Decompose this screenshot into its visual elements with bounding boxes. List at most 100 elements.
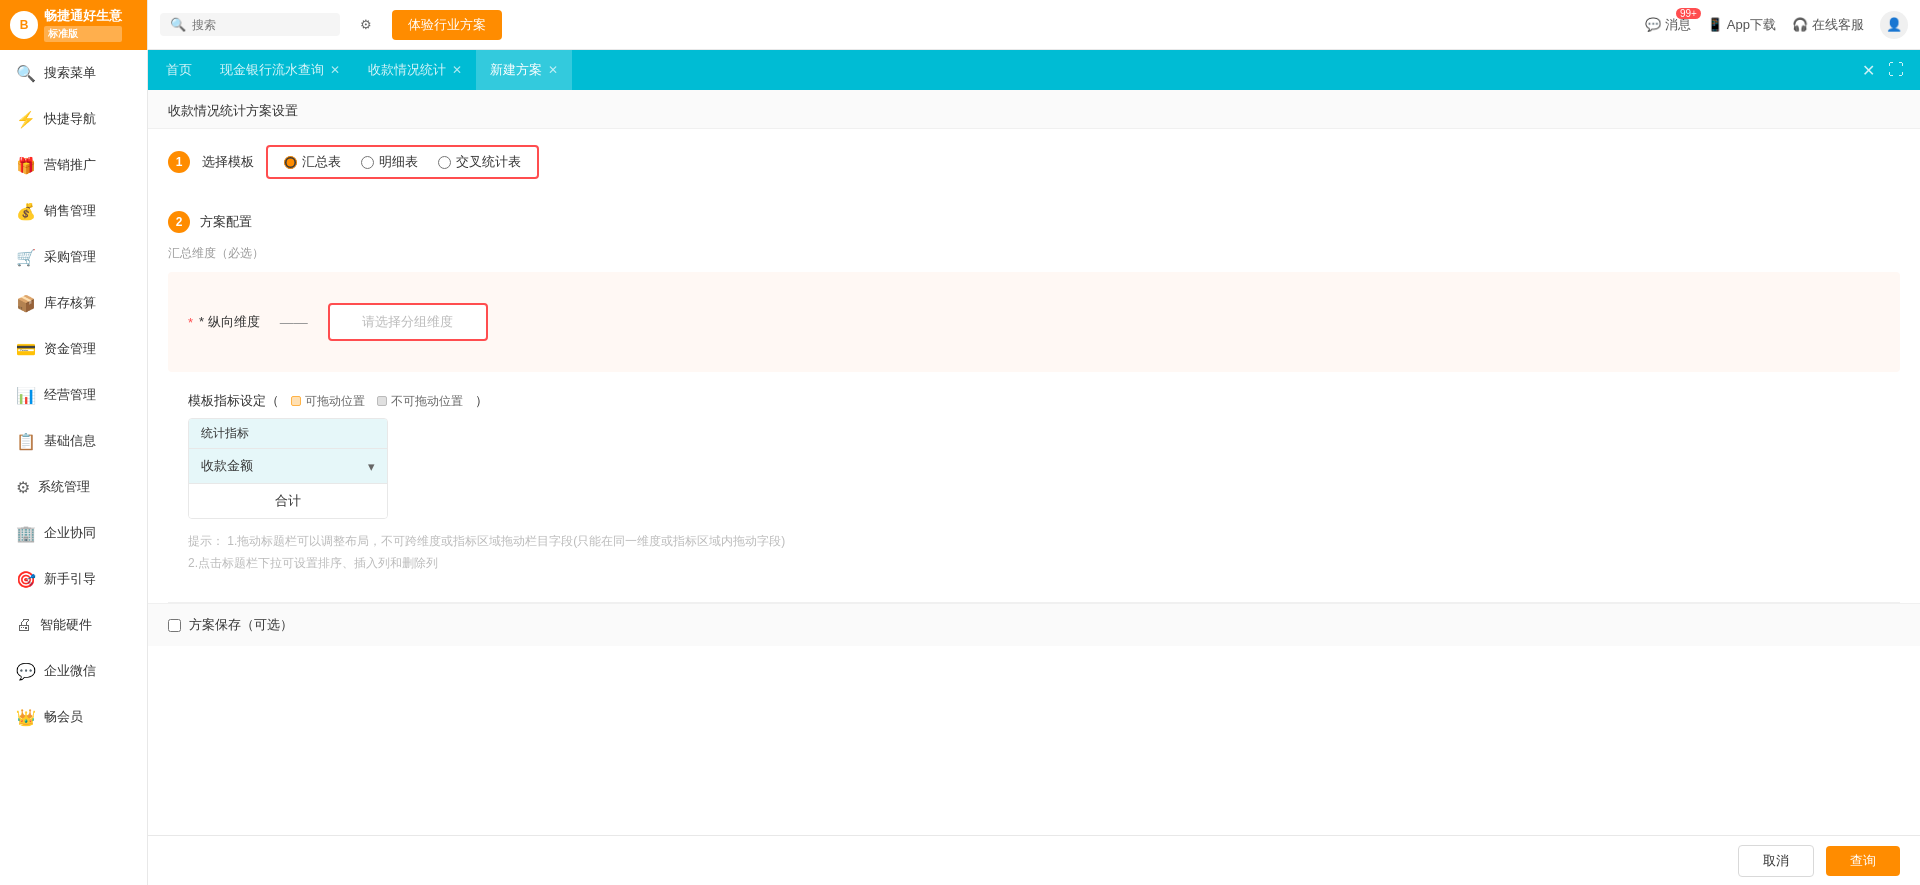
sidebar-item-wechat[interactable]: 💬 企业微信 bbox=[0, 648, 147, 694]
topbar-right: 💬 消息 99+ 📱 App下载 🎧 在线客服 👤 bbox=[1645, 11, 1908, 39]
sidebar-item-funds[interactable]: 💳 资金管理 bbox=[0, 326, 147, 372]
total-cell: 合计 bbox=[189, 484, 387, 518]
close-window-button[interactable]: ✕ bbox=[1856, 58, 1880, 82]
tab-bank-close[interactable]: ✕ bbox=[330, 64, 340, 76]
download-icon: 📱 bbox=[1707, 17, 1723, 32]
messages-button[interactable]: 💬 消息 99+ bbox=[1645, 16, 1691, 34]
cancel-button[interactable]: 取消 bbox=[1738, 845, 1814, 877]
sidebar-item-label: 资金管理 bbox=[44, 340, 96, 358]
radio-detail-input[interactable] bbox=[361, 156, 374, 169]
draggable-legend: 可拖动位置 bbox=[291, 393, 365, 410]
step2-header: 2 方案配置 bbox=[168, 211, 1900, 233]
tab-new-plan-label: 新建方案 bbox=[490, 61, 542, 79]
maximize-button[interactable]: ⛶ bbox=[1884, 58, 1908, 82]
tips-section: 提示： 1.拖动标题栏可以调整布局，不可跨维度或指标区域拖动栏目字段(只能在同一… bbox=[168, 519, 1900, 586]
radio-cross-input[interactable] bbox=[438, 156, 451, 169]
tab-new-plan-close[interactable]: ✕ bbox=[548, 64, 558, 76]
sidebar-item-search[interactable]: 🔍 搜索菜单 bbox=[0, 50, 147, 96]
total-label: 合计 bbox=[275, 493, 301, 508]
sidebar-item-hardware[interactable]: 🖨 智能硬件 bbox=[0, 602, 147, 648]
sidebar-item-label: 畅会员 bbox=[44, 708, 83, 726]
operations-icon: 📊 bbox=[16, 386, 36, 405]
dimension-section-title: 汇总维度（必选） bbox=[168, 245, 1900, 262]
search-input[interactable] bbox=[192, 18, 312, 32]
chevron-down-icon[interactable]: ▾ bbox=[368, 459, 375, 474]
non-draggable-label: 不可拖动位置 bbox=[391, 393, 463, 410]
sidebar-item-enterprise[interactable]: 🏢 企业协同 bbox=[0, 510, 147, 556]
tab-collection-label: 收款情况统计 bbox=[368, 61, 446, 79]
radio-summary[interactable]: 汇总表 bbox=[284, 153, 341, 171]
save-section: 方案保存（可选） bbox=[148, 603, 1920, 646]
save-label[interactable]: 方案保存（可选） bbox=[189, 616, 293, 634]
sidebar-item-label: 新手引导 bbox=[44, 570, 96, 588]
tabs-actions: ✕ ⛶ bbox=[1856, 58, 1916, 82]
logo-text: 畅捷通好生意 bbox=[44, 8, 122, 24]
radio-detail[interactable]: 明细表 bbox=[361, 153, 418, 171]
sidebar-item-label: 搜索菜单 bbox=[44, 64, 96, 82]
topbar: 🔍 ⚙ 体验行业方案 💬 消息 99+ 📱 App下载 🎧 在线客服 👤 bbox=[148, 0, 1920, 50]
metrics-section: 模板指标设定（ 可拖动位置 不可拖动位置 bbox=[168, 392, 1900, 519]
user-avatar[interactable]: 👤 bbox=[1880, 11, 1908, 39]
metrics-tables: 统计指标 收款金额 ▾ 合计 bbox=[188, 418, 1880, 519]
save-checkbox[interactable] bbox=[168, 619, 181, 632]
sidebar-item-member[interactable]: 👑 畅会员 bbox=[0, 694, 147, 740]
trial-button[interactable]: 体验行业方案 bbox=[392, 10, 502, 40]
metrics-legend: 可拖动位置 不可拖动位置 bbox=[291, 393, 463, 410]
messages-count: 99+ bbox=[1676, 8, 1701, 19]
main-area: 🔍 ⚙ 体验行业方案 💬 消息 99+ 📱 App下载 🎧 在线客服 👤 首页 bbox=[148, 0, 1920, 885]
sidebar-item-label: 系统管理 bbox=[38, 478, 90, 496]
template-options-box: 汇总表 明细表 交叉统计表 bbox=[266, 145, 539, 179]
message-icon: 💬 bbox=[1645, 17, 1661, 32]
sidebar-item-basic-info[interactable]: 📋 基础信息 bbox=[0, 418, 147, 464]
settings-button[interactable]: ⚙ bbox=[352, 11, 380, 39]
tab-collection[interactable]: 收款情况统计 ✕ bbox=[354, 50, 476, 90]
marketing-icon: 🎁 bbox=[16, 156, 36, 175]
tip1: 提示： 1.拖动标题栏可以调整布局，不可跨维度或指标区域拖动栏目字段(只能在同一… bbox=[188, 531, 1880, 553]
collection-amount-cell[interactable]: 收款金额 ▾ bbox=[189, 449, 387, 484]
radio-cross-label: 交叉统计表 bbox=[456, 153, 521, 171]
hardware-icon: 🖨 bbox=[16, 616, 32, 634]
logo-icon: B bbox=[10, 11, 38, 39]
template-section: 1 选择模板 汇总表 明细表 交叉统计表 bbox=[148, 129, 1920, 211]
sidebar-item-guide[interactable]: 🎯 新手引导 bbox=[0, 556, 147, 602]
sidebar-item-sales[interactable]: 💰 销售管理 bbox=[0, 188, 147, 234]
search-box[interactable]: 🔍 bbox=[160, 13, 340, 36]
tip2: 2.点击标题栏下拉可设置排序、插入列和删除列 bbox=[188, 553, 1880, 575]
sidebar-item-inventory[interactable]: 📦 库存核算 bbox=[0, 280, 147, 326]
tab-home[interactable]: 首页 bbox=[152, 50, 206, 90]
sidebar-item-label: 销售管理 bbox=[44, 202, 96, 220]
collection-amount-label: 收款金额 bbox=[201, 457, 253, 475]
tab-new-plan[interactable]: 新建方案 ✕ bbox=[476, 50, 572, 90]
metrics-close-paren: ） bbox=[475, 392, 488, 410]
search-icon: 🔍 bbox=[16, 64, 36, 83]
config-section: 2 方案配置 汇总维度（必选） * * 纵向维度 —— bbox=[148, 211, 1920, 602]
draggable-dot bbox=[291, 396, 301, 406]
radio-detail-label: 明细表 bbox=[379, 153, 418, 171]
radio-cross[interactable]: 交叉统计表 bbox=[438, 153, 521, 171]
metrics-title-text: 模板指标设定（ bbox=[188, 392, 279, 410]
sidebar-item-system[interactable]: ⚙ 系统管理 bbox=[0, 464, 147, 510]
download-button[interactable]: 📱 App下载 bbox=[1707, 16, 1776, 34]
sidebar-item-quick-nav[interactable]: ⚡ 快捷导航 bbox=[0, 96, 147, 142]
system-icon: ⚙ bbox=[16, 478, 30, 497]
quick-nav-icon: ⚡ bbox=[16, 110, 36, 129]
sidebar-item-label: 采购管理 bbox=[44, 248, 96, 266]
tab-bank[interactable]: 现金银行流水查询 ✕ bbox=[206, 50, 354, 90]
search-icon: 🔍 bbox=[170, 17, 186, 32]
sidebar-item-purchase[interactable]: 🛒 采购管理 bbox=[0, 234, 147, 280]
content-area: 收款情况统计方案设置 1 选择模板 汇总表 明细表 bbox=[148, 90, 1920, 835]
radio-summary-input[interactable] bbox=[284, 156, 297, 169]
tab-bar: 首页 现金银行流水查询 ✕ 收款情况统计 ✕ 新建方案 ✕ ✕ ⛶ bbox=[148, 50, 1920, 90]
service-icon: 🎧 bbox=[1792, 17, 1808, 32]
dimension-select[interactable]: 请选择分组维度 bbox=[328, 303, 488, 341]
step2-badge: 2 bbox=[168, 211, 190, 233]
service-button[interactable]: 🎧 在线客服 bbox=[1792, 16, 1864, 34]
tab-collection-close[interactable]: ✕ bbox=[452, 64, 462, 76]
footer-bar: 取消 查询 bbox=[148, 835, 1920, 885]
sidebar-item-operations[interactable]: 📊 经营管理 bbox=[0, 372, 147, 418]
sidebar-item-label: 经营管理 bbox=[44, 386, 96, 404]
sidebar-item-label: 营销推广 bbox=[44, 156, 96, 174]
sidebar-item-marketing[interactable]: 🎁 营销推广 bbox=[0, 142, 147, 188]
query-button[interactable]: 查询 bbox=[1826, 846, 1900, 876]
draggable-label: 可拖动位置 bbox=[305, 393, 365, 410]
